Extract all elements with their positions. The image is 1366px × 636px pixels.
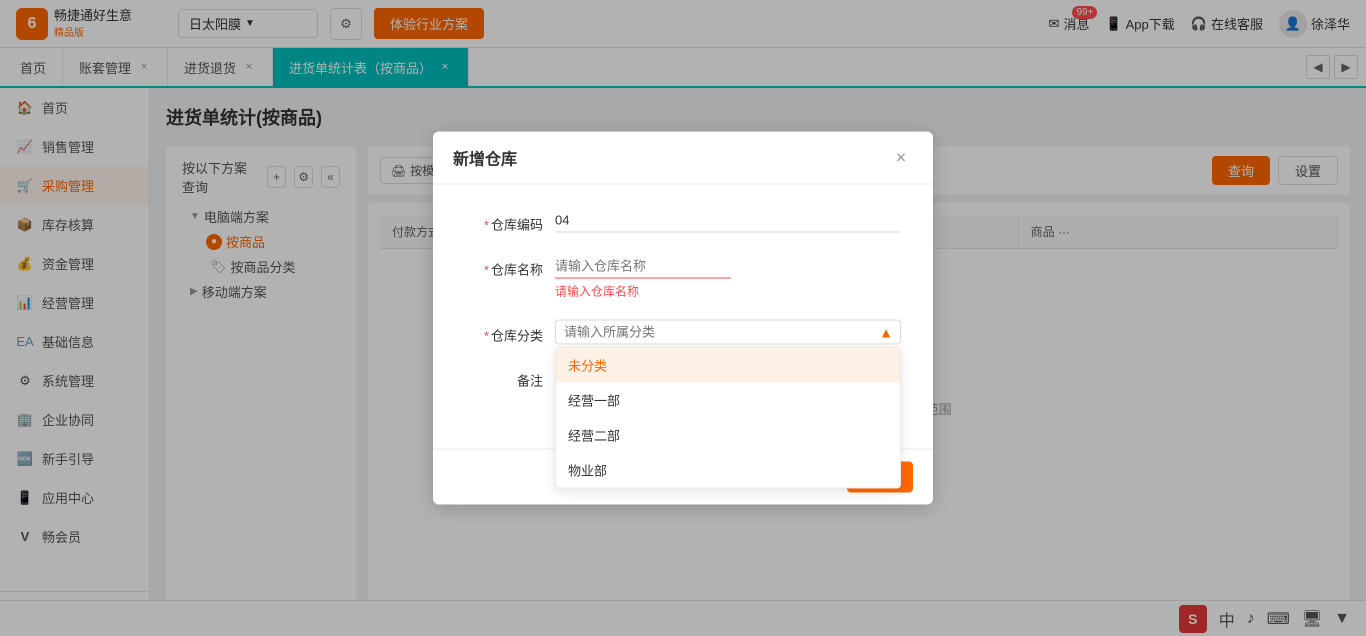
dropdown-item-0[interactable]: 未分类 <box>556 348 900 383</box>
code-label: *仓库编码 <box>465 209 555 234</box>
code-input[interactable] <box>555 209 901 233</box>
warehouse-name-row: *仓库名称 请输入仓库名称 <box>465 254 901 300</box>
dropdown-item-1[interactable]: 经营一部 <box>556 383 900 418</box>
name-input[interactable] <box>555 254 731 278</box>
note-label: 备注 <box>465 365 555 390</box>
modal-title: 新增仓库 <box>453 146 517 170</box>
modal-body: *仓库编码 *仓库名称 请输入仓库名称 *仓库分类 ▲ <box>433 185 933 449</box>
dropdown-item-3[interactable]: 物业部 <box>556 453 900 488</box>
warehouse-code-row: *仓库编码 <box>465 209 901 234</box>
category-input[interactable] <box>555 320 901 345</box>
modal-header: 新增仓库 × <box>433 132 933 185</box>
add-warehouse-modal: 新增仓库 × *仓库编码 *仓库名称 请输入仓库名称 *仓库分类 <box>433 132 933 505</box>
dropdown-item-2[interactable]: 经营二部 <box>556 418 900 453</box>
warehouse-category-row: *仓库分类 ▲ 未分类 经营一部 经营二部 物业部 <box>465 320 901 345</box>
category-dropdown: 未分类 经营一部 经营二部 物业部 <box>555 347 901 489</box>
category-toggle-icon[interactable]: ▲ <box>879 324 893 340</box>
modal-close-button[interactable]: × <box>889 146 913 170</box>
name-label: *仓库名称 <box>465 254 555 279</box>
category-label: *仓库分类 <box>465 320 555 345</box>
name-error-msg: 请输入仓库名称 <box>465 283 639 300</box>
